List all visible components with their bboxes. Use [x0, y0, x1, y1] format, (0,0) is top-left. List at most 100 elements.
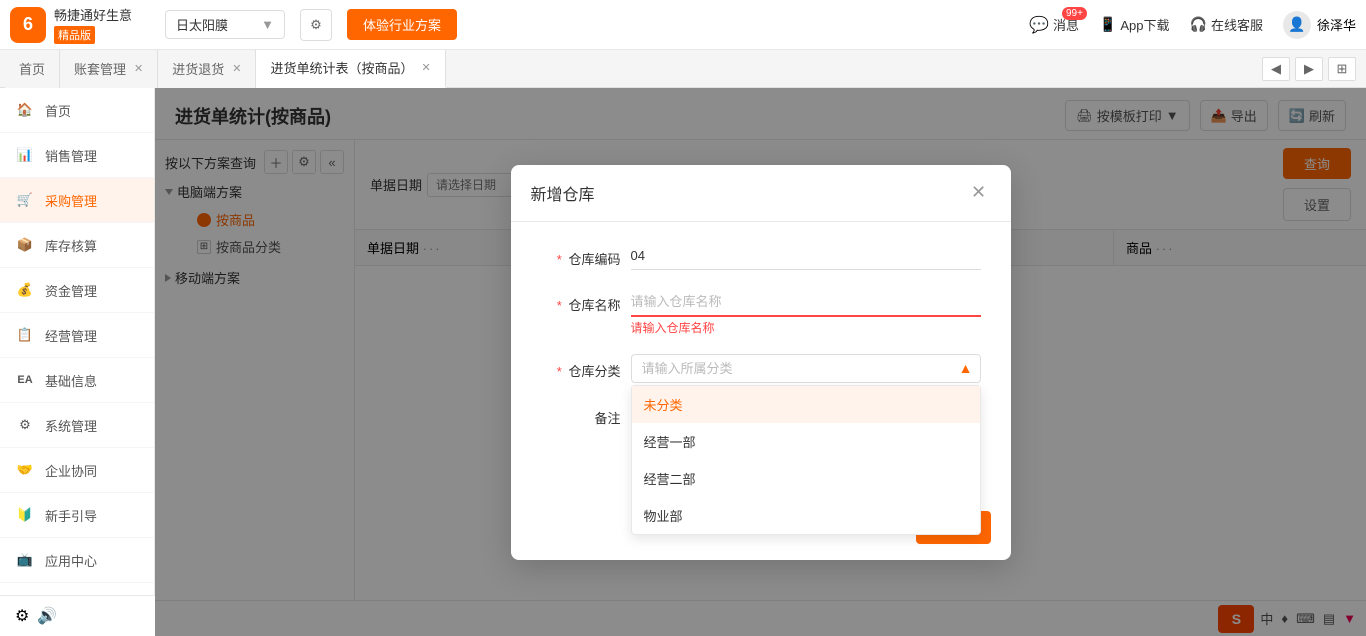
message-badge: 99+	[1062, 7, 1087, 20]
sidebar-label-system: 系统管理	[45, 416, 97, 435]
category-dropdown: 未分类 经营一部 经营二部 物业部	[631, 385, 981, 535]
remark-label: 备注	[541, 401, 621, 427]
sidebar-item-system[interactable]: ⚙ 系统管理	[0, 403, 154, 448]
sidebar-item-operations[interactable]: 📋 经营管理	[0, 313, 154, 358]
form-row-code: * 仓库编码	[541, 242, 981, 270]
tab-bar: 首页 账套管理 ✕ 进货退货 ✕ 进货单统计表（按商品） ✕ ◀ ▶ ⊞	[0, 50, 1366, 88]
code-input-wrapper	[631, 242, 981, 270]
header-right: 💬 消息 99+ 📱 App下载 🎧 在线客服 👤 徐泽华	[1029, 11, 1356, 39]
sidebar-label-finance: 资金管理	[45, 281, 97, 300]
app-logo-icon: 6	[10, 7, 46, 43]
user-avatar: 👤	[1283, 11, 1311, 39]
modal-header: 新增仓库 ✕	[511, 165, 1011, 222]
logo-title: 畅捷通好生意	[54, 5, 132, 24]
sidebar-bottom[interactable]: ⚙ 🔊	[0, 595, 155, 636]
dropdown-option-property[interactable]: 物业部	[632, 497, 980, 534]
tab-home[interactable]: 首页	[5, 50, 60, 88]
header-actions: ⚙ 体验行业方案	[300, 9, 457, 41]
home-icon: 🏠	[15, 100, 35, 120]
sidebar-item-inventory[interactable]: 📦 库存核算	[0, 223, 154, 268]
logo-sub: 精品版	[54, 26, 95, 44]
modal-close-button[interactable]: ✕	[967, 181, 991, 205]
guide-icon: 🔰	[15, 505, 35, 525]
name-input-wrapper: 请输入仓库名称	[631, 288, 981, 336]
tab-purchase-return-close[interactable]: ✕	[232, 62, 241, 75]
new-warehouse-modal: 新增仓库 ✕ * 仓库编码	[511, 165, 1011, 560]
finance-icon: 💰	[15, 280, 35, 300]
category-label: * 仓库分类	[541, 354, 621, 380]
sidebar-label-basic-info: 基础信息	[45, 371, 97, 390]
apps-icon: 📺	[15, 550, 35, 570]
sidebar-label-collab: 企业协同	[45, 461, 97, 480]
name-error-tip: 请输入仓库名称	[631, 319, 981, 336]
user-area[interactable]: 👤 徐泽华	[1283, 11, 1356, 39]
tab-accounts[interactable]: 账套管理 ✕	[60, 50, 158, 88]
remark-label-text: 备注	[594, 411, 620, 426]
settings-button[interactable]: ⚙	[300, 9, 332, 41]
dropdown-option-uncategorized[interactable]: 未分类	[632, 386, 980, 423]
category-dropdown-arrow[interactable]: ▲	[959, 360, 973, 376]
code-input[interactable]	[631, 242, 981, 270]
main-layout: 🏠 首页 📊 销售管理 🛒 采购管理 📦 库存核算 💰 资金管理 📋 经营管理 …	[0, 88, 1366, 636]
sidebar-item-sales[interactable]: 📊 销售管理	[0, 133, 154, 178]
sidebar-item-apps[interactable]: 📺 应用中心	[0, 538, 154, 583]
category-input[interactable]	[631, 354, 981, 383]
tab-purchase-return[interactable]: 进货退货 ✕	[158, 50, 256, 88]
tab-next-button[interactable]: ▶	[1295, 57, 1323, 81]
tab-home-label: 首页	[19, 59, 45, 78]
online-service-label: 在线客服	[1211, 15, 1263, 34]
category-required-mark: *	[557, 364, 562, 379]
name-required-mark: *	[557, 298, 562, 313]
app-download-item[interactable]: 📱 App下载	[1099, 15, 1170, 34]
name-input[interactable]	[631, 288, 981, 317]
tab-prev-button[interactable]: ◀	[1262, 57, 1290, 81]
store-name: 日太阳膜	[176, 15, 228, 34]
code-label-text: 仓库编码	[568, 252, 620, 267]
message-item[interactable]: 💬 消息 99+	[1029, 15, 1079, 35]
dropdown-option-dept2[interactable]: 经营二部	[632, 460, 980, 497]
sidebar-item-home[interactable]: 🏠 首页	[0, 88, 154, 133]
modal-overlay: 新增仓库 ✕ * 仓库编码	[155, 88, 1366, 636]
sidebar-item-purchase[interactable]: 🛒 采购管理	[0, 178, 154, 223]
sidebar-item-basic-info[interactable]: EA 基础信息	[0, 358, 154, 403]
sidebar-label-guide: 新手引导	[45, 506, 97, 525]
tab-purchase-stats-label: 进货单统计表（按商品）	[270, 58, 413, 77]
modal-title: 新增仓库	[531, 181, 595, 205]
tab-accounts-label: 账套管理	[74, 59, 126, 78]
store-selector[interactable]: 日太阳膜 ▼	[165, 10, 285, 39]
content-area: 进货单统计(按商品) 🖨 按模板打印 ▼ 📤 导出 🔄 刷新	[155, 88, 1366, 636]
online-service-item[interactable]: 🎧 在线客服	[1190, 15, 1263, 34]
logo-text-area: 畅捷通好生意 精品版	[54, 5, 132, 44]
sidebar-item-collab[interactable]: 🤝 企业协同	[0, 448, 154, 493]
dropdown-option-dept1[interactable]: 经营一部	[632, 423, 980, 460]
tab-purchase-return-label: 进货退货	[172, 59, 224, 78]
name-label: * 仓库名称	[541, 288, 621, 314]
code-required-mark: *	[557, 252, 562, 267]
sidebar-label-home: 首页	[45, 101, 71, 120]
sidebar-item-finance[interactable]: 💰 资金管理	[0, 268, 154, 313]
tab-purchase-stats-close[interactable]: ✕	[422, 61, 431, 74]
inventory-icon: 📦	[15, 235, 35, 255]
sales-icon: 📊	[15, 145, 35, 165]
tab-purchase-stats[interactable]: 进货单统计表（按商品） ✕	[256, 50, 445, 88]
volume-icon: 🔊	[37, 606, 57, 626]
sidebar-label-apps: 应用中心	[45, 551, 97, 570]
logo-area: 6 畅捷通好生意 精品版	[10, 5, 165, 44]
settings-bottom-icon: ⚙	[15, 606, 29, 626]
trial-button[interactable]: 体验行业方案	[347, 9, 457, 40]
purchase-icon: 🛒	[15, 190, 35, 210]
form-row-category: * 仓库分类 ▲ 未分类 经营一部 经营二部 物业部	[541, 354, 981, 383]
logo-char: 6	[23, 14, 33, 35]
form-row-name: * 仓库名称 请输入仓库名称	[541, 288, 981, 336]
name-label-text: 仓库名称	[568, 298, 620, 313]
sidebar-item-guide[interactable]: 🔰 新手引导	[0, 493, 154, 538]
top-header: 6 畅捷通好生意 精品版 日太阳膜 ▼ ⚙ 体验行业方案 💬 消息 99+ 📱 …	[0, 0, 1366, 50]
basic-info-icon: EA	[15, 370, 35, 390]
sidebar-label-sales: 销售管理	[45, 146, 97, 165]
sidebar-label-inventory: 库存核算	[45, 236, 97, 255]
tab-expand-button[interactable]: ⊞	[1328, 57, 1356, 81]
sidebar-label-purchase: 采购管理	[45, 191, 97, 210]
tab-accounts-close[interactable]: ✕	[134, 62, 143, 75]
username: 徐泽华	[1317, 15, 1356, 34]
code-label: * 仓库编码	[541, 242, 621, 268]
